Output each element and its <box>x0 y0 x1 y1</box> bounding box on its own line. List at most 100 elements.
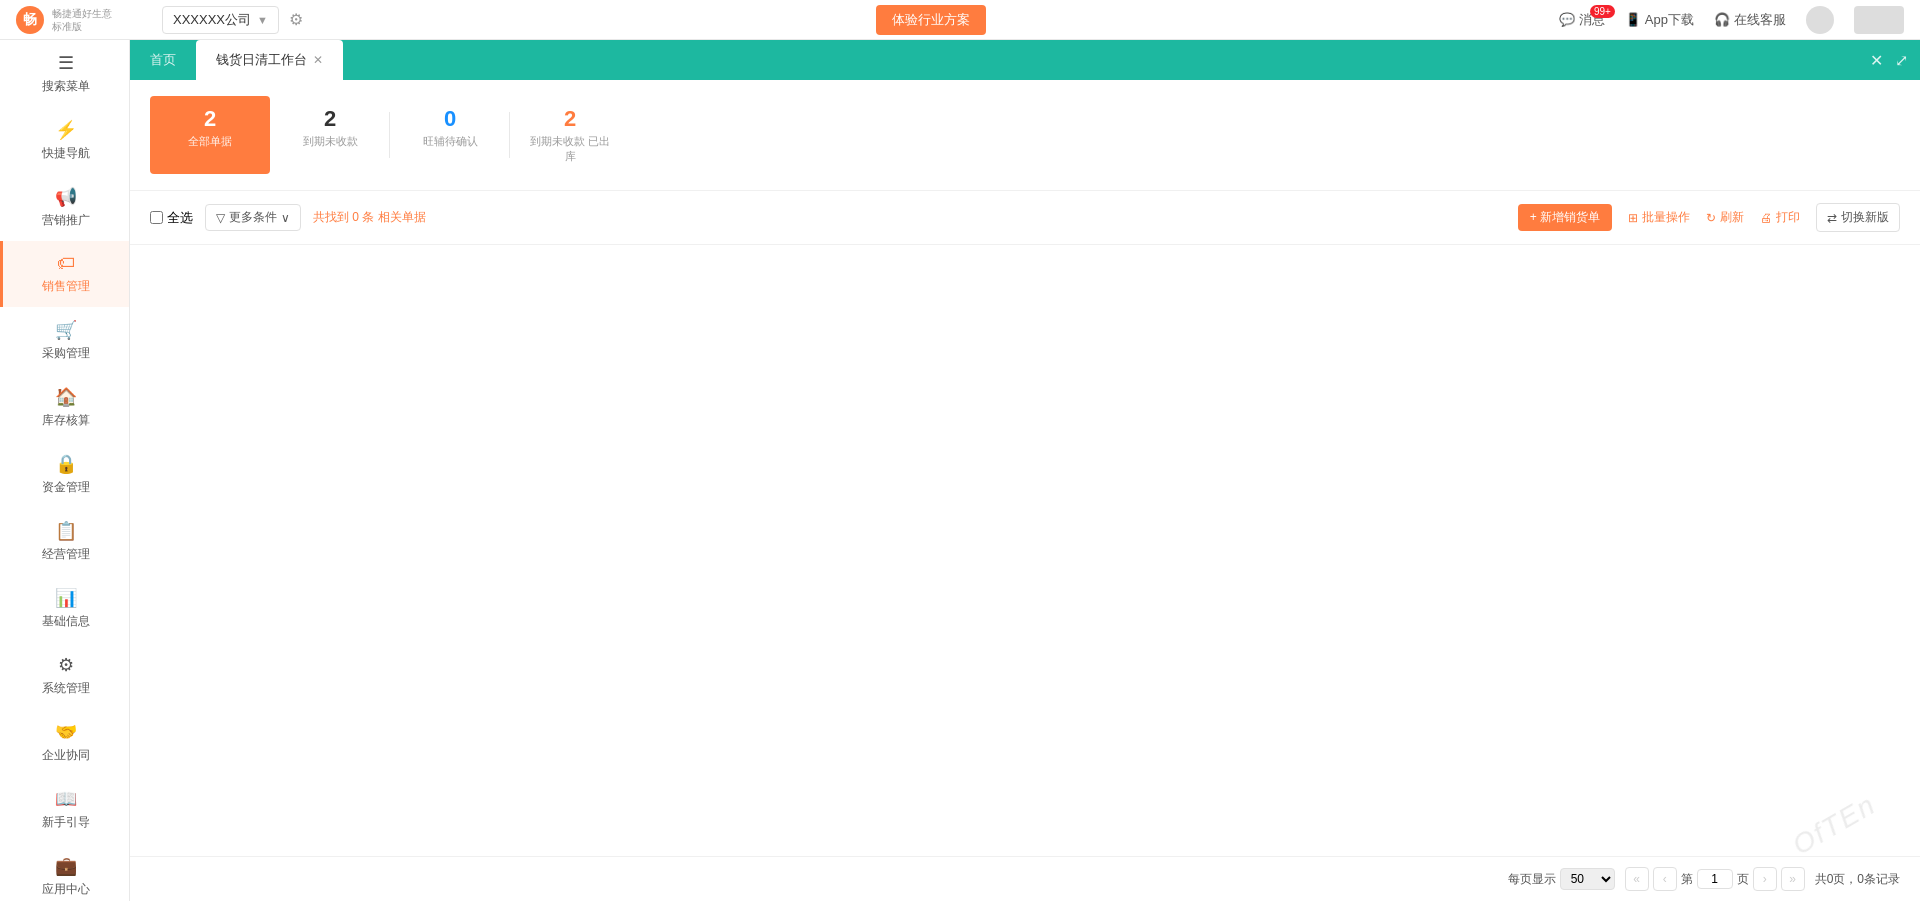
sidebar-item-quick-nav[interactable]: ⚡ 快捷导航 <box>0 107 129 174</box>
page-label: 第 <box>1681 871 1693 888</box>
sidebar-item-funds[interactable]: 🔒 资金管理 <box>0 441 129 508</box>
funds-icon: 🔒 <box>55 453 77 475</box>
logo-text: 畅捷通好生意 标准版 <box>52 7 112 33</box>
quick-nav-icon: ⚡ <box>55 119 77 141</box>
sidebar: ☰ 搜索菜单 ⚡ 快捷导航 📢 营销推广 🏷 销售管理 🛒 采购管理 🏠 库存核… <box>0 40 130 901</box>
stat-number-all: 2 <box>166 106 254 132</box>
found-count-number: 0 <box>352 210 359 224</box>
page-end-label: 页 <box>1737 871 1749 888</box>
switch-label: 切换新版 <box>1841 209 1889 226</box>
settings-icon[interactable]: ⚙ <box>289 10 303 29</box>
sidebar-item-label: 搜索菜单 <box>42 78 90 95</box>
found-count: 共找到 0 条 相关单据 <box>313 209 426 226</box>
sidebar-item-app-center[interactable]: 💼 应用中心 <box>0 843 129 901</box>
sidebar-item-base-info[interactable]: 📊 基础信息 <box>0 575 129 642</box>
batch-action-button[interactable]: ⊞ 批量操作 <box>1628 209 1690 226</box>
add-order-button[interactable]: + 新增销货单 <box>1518 204 1612 231</box>
sidebar-item-system[interactable]: ⚙ 系统管理 <box>0 642 129 709</box>
page-content: 2 全部单据 2 到期未收款 0 旺辅待确认 2 到期未收款 已出库 <box>130 80 1920 901</box>
toolbar: 全选 ▽ 更多条件 ∨ 共找到 0 条 相关单据 + 新增销货单 ⊞ 批量 <box>130 191 1920 245</box>
online-service-btn[interactable]: 🎧 在线客服 <box>1714 11 1786 29</box>
stat-number-overdue-out: 2 <box>526 106 614 132</box>
tab-close-icon[interactable]: ✕ <box>313 53 323 67</box>
close-tab-action[interactable]: ✕ <box>1870 51 1883 70</box>
system-icon: ⚙ <box>58 654 74 676</box>
current-page-input[interactable] <box>1697 869 1733 889</box>
sidebar-item-marketing[interactable]: 📢 营销推广 <box>0 174 129 241</box>
app-icon: 📱 <box>1625 12 1641 27</box>
found-unit: 条 相关单据 <box>362 210 425 224</box>
sidebar-item-search-menu[interactable]: ☰ 搜索菜单 <box>0 40 129 107</box>
sidebar-item-label: 库存核算 <box>42 412 90 429</box>
next-page-button[interactable]: › <box>1753 867 1777 891</box>
app-download-btn[interactable]: 📱 App下载 <box>1625 11 1694 29</box>
main-content: 首页 钱货日清工作台 ✕ ✕ ⤢ 2 全部单据 2 到期未收款 <box>130 40 1920 901</box>
page-size-area: 每页显示 10 20 50 100 <box>1508 868 1615 890</box>
top-bar-center: 体验行业方案 <box>303 5 1559 35</box>
tab-nav-actions: ✕ ⤢ <box>1870 51 1920 70</box>
refresh-icon: ↻ <box>1706 211 1716 225</box>
company-selector[interactable]: XXXXXX公司 ▼ <box>162 6 279 34</box>
service-icon: 🎧 <box>1714 12 1730 27</box>
select-all-checkbox[interactable]: 全选 <box>150 209 193 227</box>
total-info: 共0页，0条记录 <box>1815 871 1900 888</box>
main-layout: ☰ 搜索菜单 ⚡ 快捷导航 📢 营销推广 🏷 销售管理 🛒 采购管理 🏠 库存核… <box>0 40 1920 901</box>
sidebar-item-label: 企业协同 <box>42 747 90 764</box>
sidebar-item-operations[interactable]: 📋 经营管理 <box>0 508 129 575</box>
stat-card-overdue[interactable]: 2 到期未收款 <box>270 96 390 174</box>
switch-version-button[interactable]: ⇄ 切换新版 <box>1816 203 1900 232</box>
print-icon: 🖨 <box>1760 211 1772 225</box>
top-bar: 畅 畅捷通好生意 标准版 XXXXXX公司 ▼ ⚙ 体验行业方案 💬 消息 99… <box>0 0 1920 40</box>
prev-page-button[interactable]: ‹ <box>1653 867 1677 891</box>
stat-label-pending: 旺辅待确认 <box>406 134 494 149</box>
filter-label: 更多条件 <box>229 209 277 226</box>
tab-work-station-label: 钱货日清工作台 <box>216 51 307 69</box>
sidebar-item-enterprise[interactable]: 🤝 企业协同 <box>0 709 129 776</box>
sales-icon: 🏷 <box>57 253 75 274</box>
messages-btn[interactable]: 💬 消息 99+ <box>1559 11 1605 29</box>
logo-sub-text: 标准版 <box>52 20 112 33</box>
sidebar-item-label: 资金管理 <box>42 479 90 496</box>
sidebar-item-guide[interactable]: 📖 新手引导 <box>0 776 129 843</box>
guide-icon: 📖 <box>55 788 77 810</box>
pagination-bar: 每页显示 10 20 50 100 « ‹ 第 页 › » <box>130 856 1920 901</box>
sidebar-item-purchase[interactable]: 🛒 采购管理 <box>0 307 129 374</box>
sidebar-item-inventory[interactable]: 🏠 库存核算 <box>0 374 129 441</box>
stat-card-pending[interactable]: 0 旺辅待确认 <box>390 96 510 174</box>
select-all-input[interactable] <box>150 211 163 224</box>
sidebar-item-label: 经营管理 <box>42 546 90 563</box>
logo-icon: 畅 <box>16 6 44 34</box>
per-page-select[interactable]: 10 20 50 100 <box>1560 868 1615 890</box>
company-name: XXXXXX公司 <box>173 11 251 29</box>
app-download-label: App下载 <box>1645 11 1694 29</box>
sidebar-item-label: 销售管理 <box>42 278 90 295</box>
sidebar-item-label: 新手引导 <box>42 814 90 831</box>
expand-tab-action[interactable]: ⤢ <box>1895 51 1908 70</box>
tab-work-station[interactable]: 钱货日清工作台 ✕ <box>196 40 343 80</box>
experience-button[interactable]: 体验行业方案 <box>876 5 986 35</box>
filter-button[interactable]: ▽ 更多条件 ∨ <box>205 204 301 231</box>
stat-card-overdue-out[interactable]: 2 到期未收款 已出库 <box>510 96 630 174</box>
switch-icon: ⇄ <box>1827 211 1837 225</box>
stat-number-pending: 0 <box>406 106 494 132</box>
inventory-icon: 🏠 <box>55 386 77 408</box>
first-page-button[interactable]: « <box>1625 867 1649 891</box>
operations-icon: 📋 <box>55 520 77 542</box>
sidebar-item-label: 快捷导航 <box>42 145 90 162</box>
stat-number-overdue: 2 <box>286 106 374 132</box>
batch-icon: ⊞ <box>1628 211 1638 225</box>
marketing-icon: 📢 <box>55 186 77 208</box>
sidebar-item-sales[interactable]: 🏷 销售管理 <box>0 241 129 307</box>
user-name-area[interactable] <box>1854 6 1904 34</box>
select-all-label: 全选 <box>167 209 193 227</box>
page-nav: « ‹ 第 页 › » <box>1625 867 1805 891</box>
stat-label-overdue: 到期未收款 <box>286 134 374 149</box>
last-page-button[interactable]: » <box>1781 867 1805 891</box>
avatar[interactable] <box>1806 6 1834 34</box>
print-button[interactable]: 🖨 打印 <box>1760 209 1800 226</box>
stat-label-overdue-out: 到期未收款 已出库 <box>526 134 614 164</box>
stat-card-all[interactable]: 2 全部单据 <box>150 96 270 174</box>
stats-row: 2 全部单据 2 到期未收款 0 旺辅待确认 2 到期未收款 已出库 <box>130 80 1920 191</box>
refresh-button[interactable]: ↻ 刷新 <box>1706 209 1744 226</box>
tab-home[interactable]: 首页 <box>130 40 196 80</box>
